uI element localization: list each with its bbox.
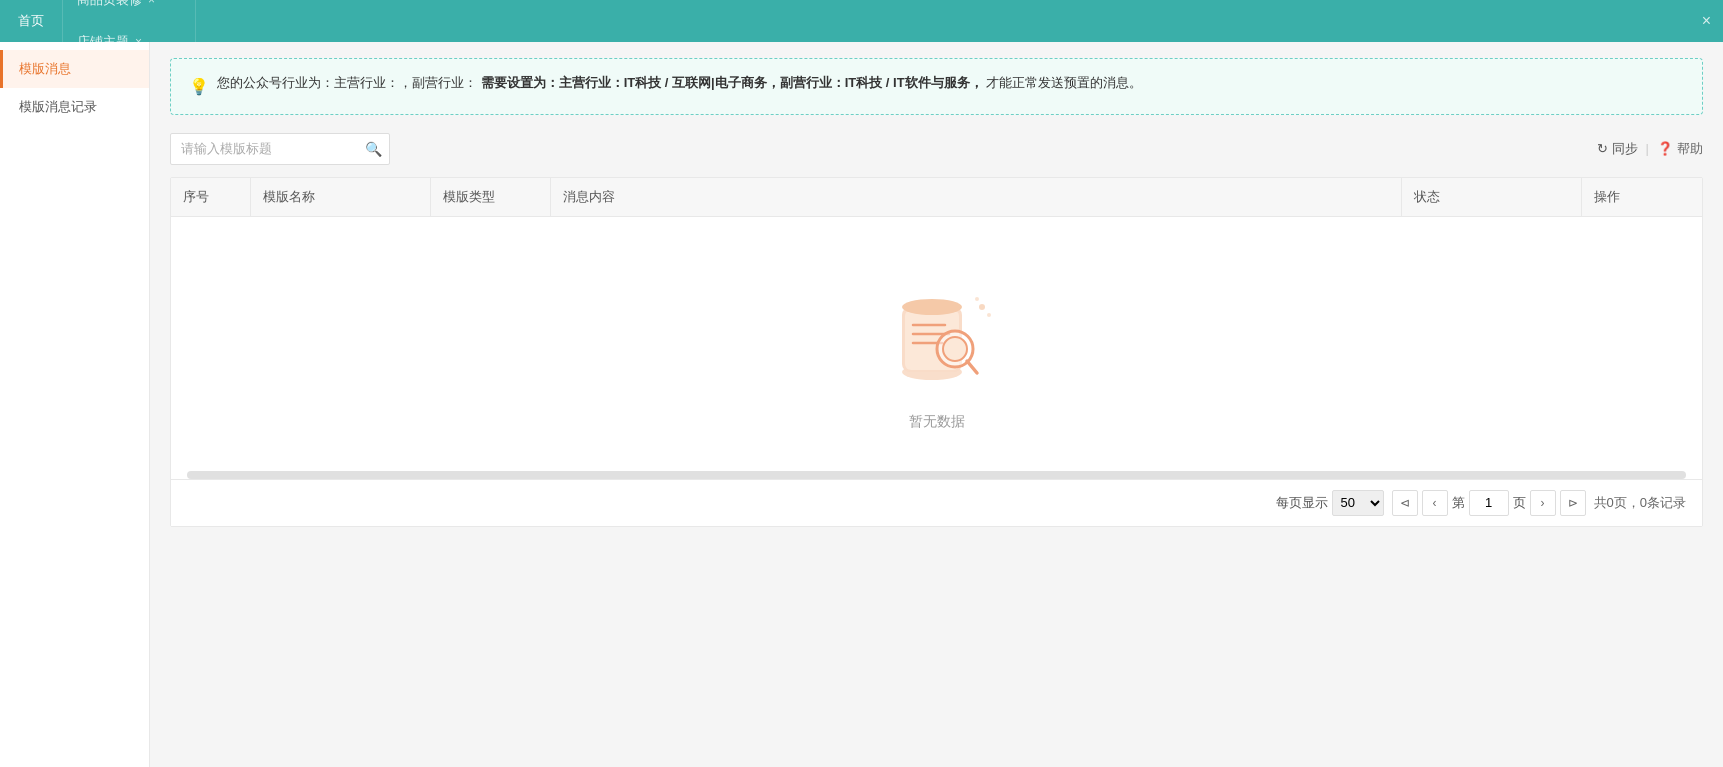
total-text: 共0页，0条记录 — [1594, 494, 1686, 512]
svg-point-12 — [975, 297, 979, 301]
table-header-status: 状态 — [1402, 178, 1582, 216]
page-di-label: 第 — [1452, 494, 1465, 512]
home-label: 首页 — [18, 12, 44, 30]
nav-tab-label: 商品页装修 — [77, 0, 142, 9]
sync-icon: ↻ — [1597, 141, 1608, 156]
content-area: 💡 您的公众号行业为：主营行业：，副营行业： 需要设置为：主营行业：IT科技 /… — [150, 42, 1723, 767]
help-label: 帮助 — [1677, 140, 1703, 158]
toolbar-divider: | — [1646, 141, 1649, 156]
page-size-label: 每页显示 — [1276, 494, 1328, 512]
main-layout: 模版消息模版消息记录 💡 您的公众号行业为：主营行业：，副营行业： 需要设置为：… — [0, 42, 1723, 767]
nav-tab-theme[interactable]: 店铺主题 × — [63, 21, 196, 42]
svg-point-11 — [987, 313, 991, 317]
page-nav: ⊲ ‹ 第 页 › ⊳ — [1392, 490, 1586, 516]
search-bar: 🔍 ↻ 同步 | ❓ 帮助 — [170, 133, 1703, 165]
svg-point-3 — [902, 299, 962, 315]
svg-point-8 — [943, 337, 967, 361]
sync-button[interactable]: ↻ 同步 — [1597, 140, 1638, 158]
page-size-select: 每页显示 102050100 — [1276, 490, 1384, 516]
sidebar-items: 模版消息模版消息记录 — [0, 50, 149, 126]
search-icon[interactable]: 🔍 — [365, 141, 382, 157]
info-banner: 💡 您的公众号行业为：主营行业：，副营行业： 需要设置为：主营行业：IT科技 /… — [170, 58, 1703, 115]
nav-tab-close-product-page[interactable]: × — [148, 0, 155, 7]
help-button[interactable]: ❓ 帮助 — [1657, 140, 1703, 158]
empty-text: 暂无数据 — [909, 413, 965, 431]
sidebar-item-template-record[interactable]: 模版消息记录 — [0, 88, 149, 126]
data-table: 序号模版名称模版类型消息内容状态操作 — [170, 177, 1703, 527]
page-size-dropdown[interactable]: 102050100 — [1332, 490, 1384, 516]
nav-tab-product-page[interactable]: 商品页装修 × — [63, 0, 196, 21]
page-input-wrap: 第 页 — [1452, 490, 1526, 516]
table-header: 序号模版名称模版类型消息内容状态操作 — [171, 178, 1702, 217]
svg-point-10 — [979, 304, 985, 310]
table-header-action: 操作 — [1582, 178, 1702, 216]
page-label: 页 — [1513, 494, 1526, 512]
table-header-seq: 序号 — [171, 178, 251, 216]
search-input-wrap: 🔍 — [170, 133, 390, 165]
search-input[interactable] — [170, 133, 390, 165]
empty-state: 暂无数据 — [171, 217, 1702, 471]
table-header-type: 模版类型 — [431, 178, 551, 216]
table-header-name: 模版名称 — [251, 178, 431, 216]
info-banner-text: 您的公众号行业为：主营行业：，副营行业： 需要设置为：主营行业：IT科技 / 互… — [217, 73, 1142, 94]
last-page-button[interactable]: ⊳ — [1560, 490, 1586, 516]
first-page-button[interactable]: ⊲ — [1392, 490, 1418, 516]
sidebar: 模版消息模版消息记录 — [0, 42, 150, 767]
prev-page-button[interactable]: ‹ — [1422, 490, 1448, 516]
page-number-input[interactable] — [1469, 490, 1509, 516]
bulb-icon: 💡 — [189, 74, 209, 100]
nav-tab-close-theme[interactable]: × — [135, 35, 142, 42]
table-header-content: 消息内容 — [551, 178, 1402, 216]
sidebar-item-template-msg[interactable]: 模版消息 — [0, 50, 149, 88]
sync-label: 同步 — [1612, 140, 1638, 158]
help-icon: ❓ — [1657, 141, 1673, 156]
top-nav: 首页 微商城店铺设置×商品分类设置×首页装修×商品页装修×店铺主题×开通公众号商… — [0, 0, 1723, 42]
close-all-button[interactable]: × — [1690, 12, 1723, 30]
nav-home[interactable]: 首页 — [0, 0, 63, 42]
svg-line-9 — [967, 361, 977, 373]
pagination-bar: 每页显示 102050100 ⊲ ‹ 第 页 › ⊳ 共0页，0条记录 — [171, 479, 1702, 526]
scrollbar[interactable] — [187, 471, 1686, 479]
empty-illustration — [877, 277, 997, 397]
toolbar-right: ↻ 同步 | ❓ 帮助 — [1597, 140, 1703, 158]
nav-tabs: 微商城店铺设置×商品分类设置×首页装修×商品页装修×店铺主题×开通公众号商城×自… — [63, 0, 196, 42]
nav-tab-label: 店铺主题 — [77, 33, 129, 42]
next-page-button[interactable]: › — [1530, 490, 1556, 516]
